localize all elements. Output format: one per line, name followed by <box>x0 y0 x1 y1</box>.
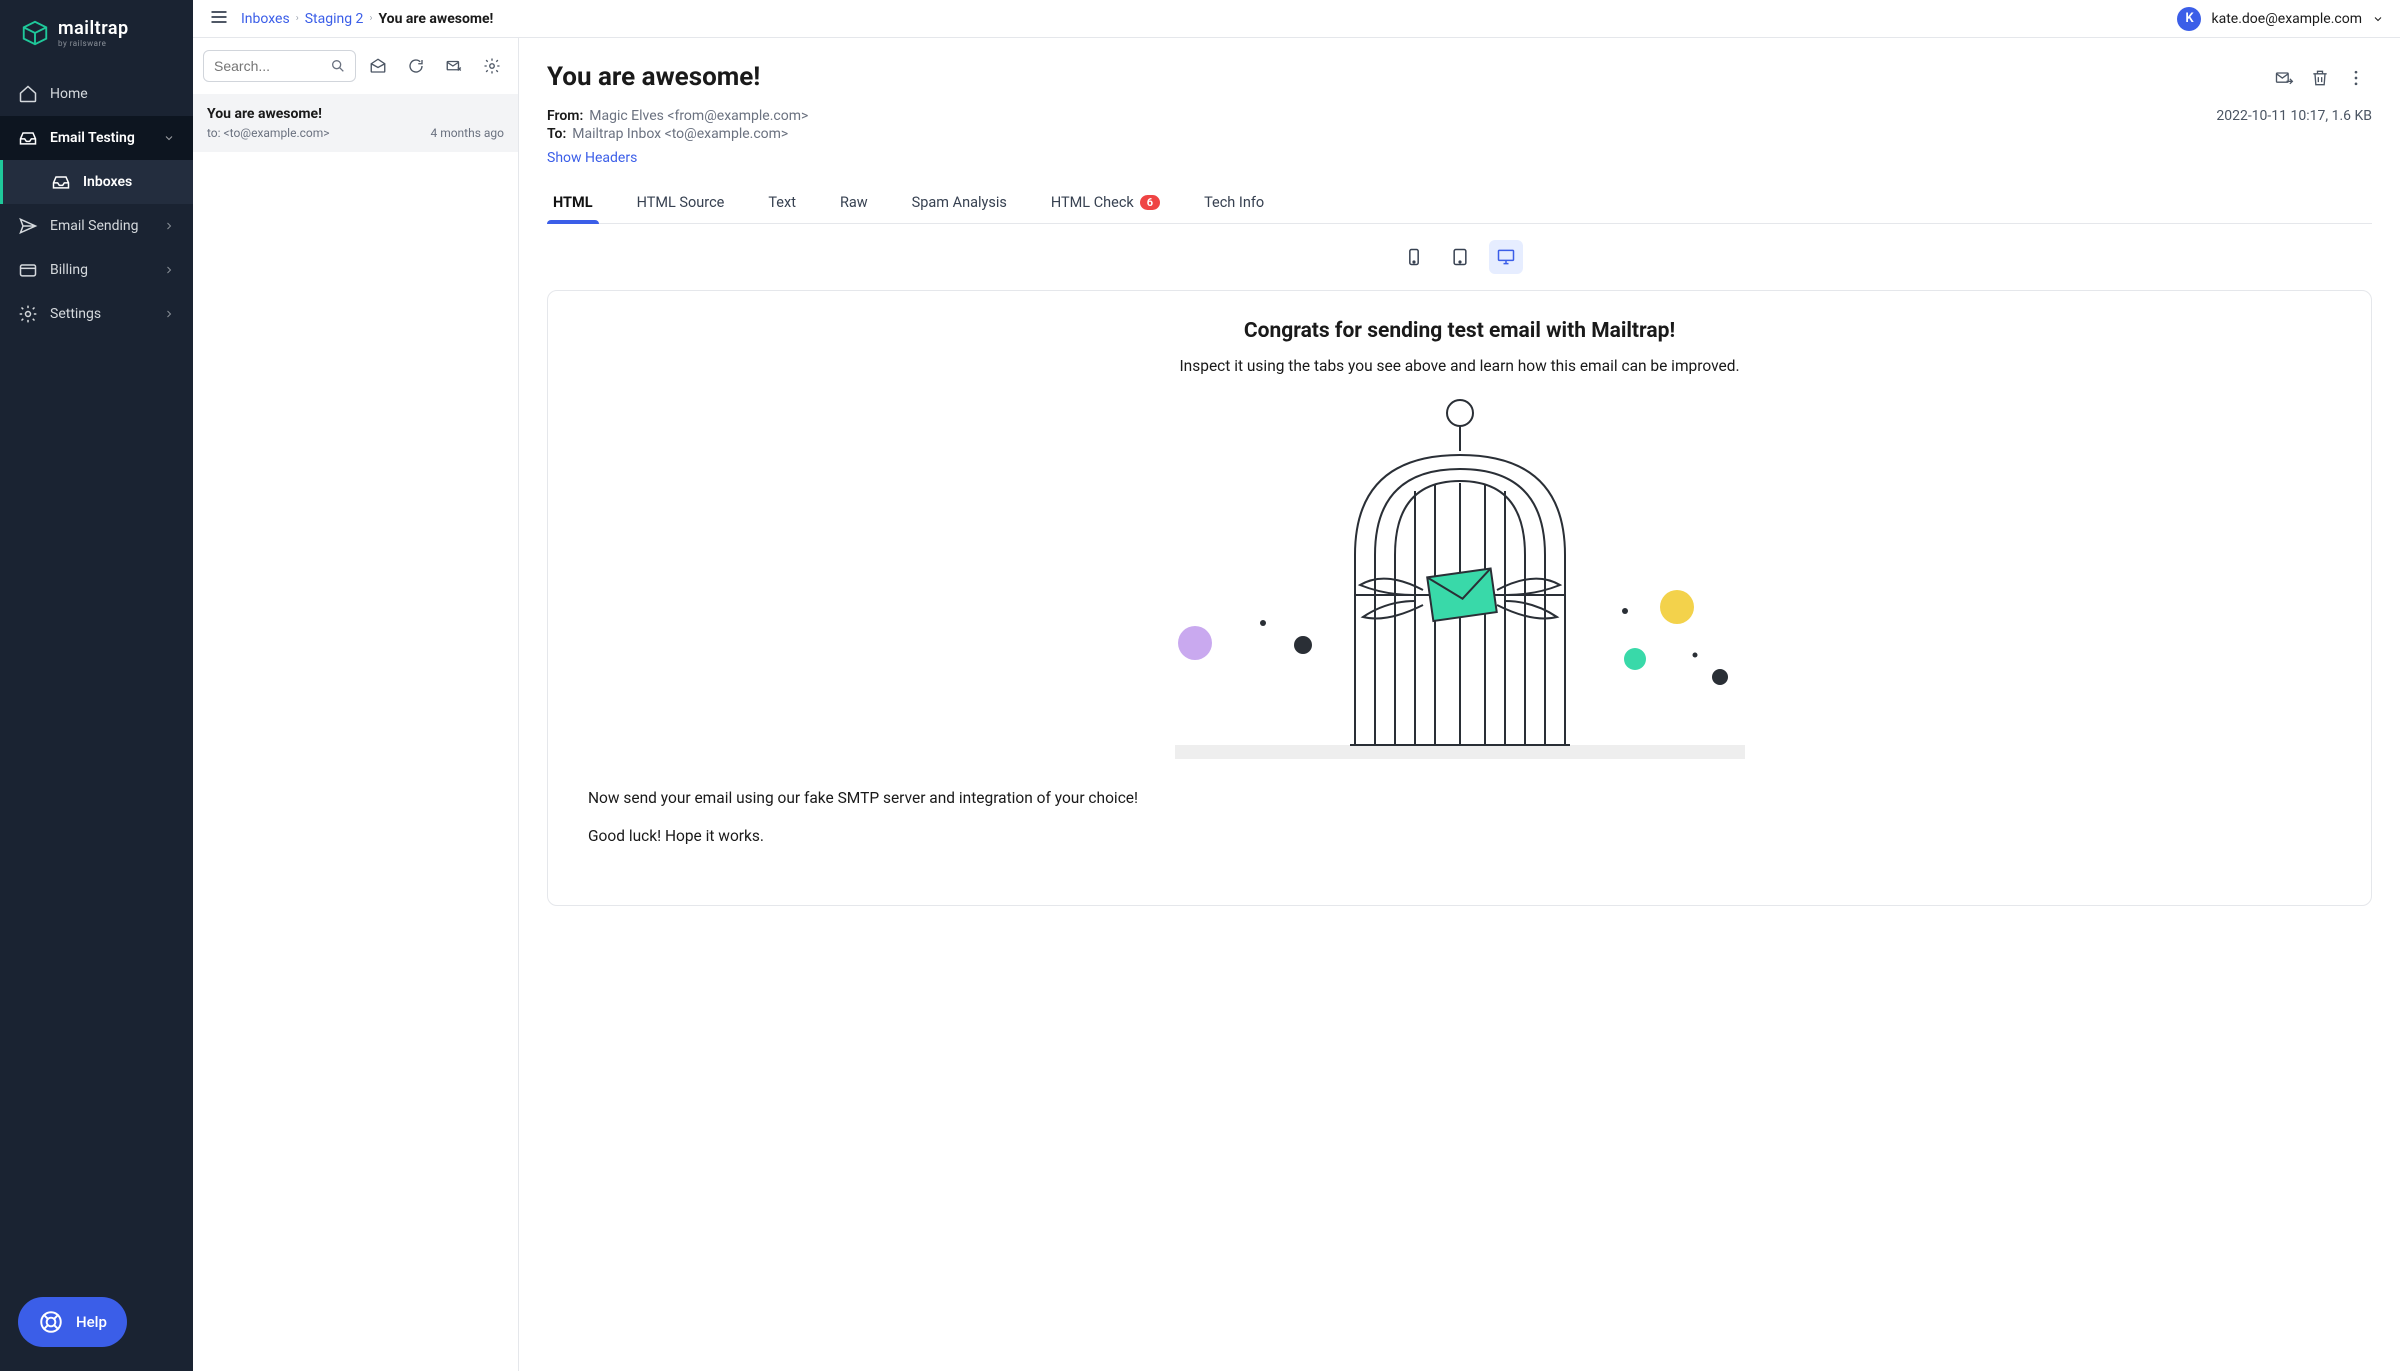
forward-button[interactable] <box>2268 62 2300 94</box>
logo-text: mailtrap <box>58 18 129 39</box>
clear-button[interactable] <box>438 50 470 82</box>
topbar: Inboxes › Staging 2 › You are awesome! K… <box>193 0 2400 38</box>
preview-paragraph-1: Inspect it using the tabs you see above … <box>588 357 2331 375</box>
sidebar: mailtrap by railsware Home Email Testing… <box>0 0 193 1371</box>
avatar: K <box>2177 7 2201 31</box>
send-icon <box>18 216 38 236</box>
tab-tech[interactable]: Tech Info <box>1198 184 1270 223</box>
more-button[interactable] <box>2340 62 2372 94</box>
lifebuoy-icon <box>38 1309 64 1335</box>
tab-html-source[interactable]: HTML Source <box>631 184 731 223</box>
preview-paragraph-2: Now send your email using our fake SMTP … <box>588 789 2331 807</box>
preview-paragraph-3: Good luck! Hope it works. <box>588 827 2331 845</box>
help-button[interactable]: Help <box>18 1297 127 1347</box>
nav-email-testing[interactable]: Email Testing <box>0 116 193 160</box>
chevron-right-icon <box>163 264 175 276</box>
search-icon <box>330 58 346 74</box>
email-item[interactable]: You are awesome! to: <to@example.com> 4 … <box>193 94 518 152</box>
breadcrumb-sep: › <box>296 13 299 24</box>
preview-heading: Congrats for sending test email with Mai… <box>588 319 2331 343</box>
nav-inboxes-label: Inboxes <box>83 174 132 190</box>
from-value: Magic Elves <from@example.com> <box>589 108 808 124</box>
dots-vertical-icon <box>2346 68 2366 88</box>
nav-home-label: Home <box>50 86 88 102</box>
inbox-check-icon <box>18 128 38 148</box>
gear-icon <box>18 304 38 324</box>
breadcrumb-current: You are awesome! <box>378 11 493 27</box>
help-label: Help <box>76 1313 107 1331</box>
tab-text[interactable]: Text <box>762 184 802 223</box>
tab-raw[interactable]: Raw <box>834 184 874 223</box>
email-title: You are awesome! <box>547 62 2268 92</box>
delete-button[interactable] <box>2304 62 2336 94</box>
chevron-right-icon <box>163 308 175 320</box>
breadcrumb-sep: › <box>369 13 372 24</box>
list-toolbar <box>193 38 518 94</box>
refresh-button[interactable] <box>400 50 432 82</box>
viewport-mobile[interactable] <box>1397 240 1431 274</box>
email-list-pane: You are awesome! to: <to@example.com> 4 … <box>193 38 519 1371</box>
email-detail: You are awesome! <box>519 38 2400 1371</box>
email-age: 4 months ago <box>430 126 504 140</box>
birdcage-illustration <box>1175 395 1745 765</box>
list-settings-button[interactable] <box>476 50 508 82</box>
tab-spam[interactable]: Spam Analysis <box>906 184 1013 223</box>
nav-settings[interactable]: Settings <box>0 292 193 336</box>
breadcrumb-inboxes[interactable]: Inboxes <box>241 11 290 27</box>
tab-html[interactable]: HTML <box>547 184 599 223</box>
desktop-icon <box>1496 247 1516 267</box>
email-to: to: <to@example.com> <box>207 126 330 140</box>
mobile-icon <box>1404 247 1424 267</box>
hamburger-icon <box>209 7 229 27</box>
nav-settings-label: Settings <box>50 306 101 322</box>
from-label: From: <box>547 108 583 124</box>
nav-email-sending-label: Email Sending <box>50 218 139 234</box>
user-email: kate.doe@example.com <box>2211 11 2362 27</box>
chevron-down-icon <box>163 132 175 144</box>
search <box>203 50 356 82</box>
show-headers-link[interactable]: Show Headers <box>547 150 637 166</box>
tab-html-check[interactable]: HTML Check6 <box>1045 184 1166 223</box>
nav: Home Email Testing Inboxes Email Sending… <box>0 72 193 1297</box>
viewport-switch <box>547 224 2372 290</box>
inbox-icon <box>51 172 71 192</box>
nav-billing[interactable]: Billing <box>0 248 193 292</box>
logo-byline: by railsware <box>58 39 129 48</box>
chevron-right-icon <box>163 220 175 232</box>
trash-icon <box>2310 68 2330 88</box>
nav-home[interactable]: Home <box>0 72 193 116</box>
logo[interactable]: mailtrap by railsware <box>0 0 193 72</box>
to-value: Mailtrap Inbox <to@example.com> <box>572 126 788 142</box>
html-check-badge: 6 <box>1140 195 1160 210</box>
gear-icon <box>483 57 501 75</box>
chevron-down-icon <box>2372 13 2384 25</box>
menu-toggle[interactable] <box>209 7 229 31</box>
envelope-x-icon <box>445 57 463 75</box>
envelope-arrow-icon <box>2274 68 2294 88</box>
viewport-tablet[interactable] <box>1443 240 1477 274</box>
nav-inboxes[interactable]: Inboxes <box>0 160 193 204</box>
email-timestamp: 2022-10-11 10:17, 1.6 KB <box>2216 108 2372 166</box>
mark-read-button[interactable] <box>362 50 394 82</box>
viewport-desktop[interactable] <box>1489 240 1523 274</box>
to-label: To: <box>547 126 566 142</box>
home-icon <box>18 84 38 104</box>
breadcrumb: Inboxes › Staging 2 › You are awesome! <box>241 11 493 27</box>
nav-email-testing-label: Email Testing <box>50 130 135 146</box>
nav-email-sending[interactable]: Email Sending <box>0 204 193 248</box>
refresh-icon <box>407 57 425 75</box>
card-icon <box>18 260 38 280</box>
breadcrumb-project[interactable]: Staging 2 <box>305 11 364 27</box>
envelope-open-icon <box>369 57 387 75</box>
email-preview: Congrats for sending test email with Mai… <box>547 290 2372 906</box>
tablet-icon <box>1450 247 1470 267</box>
email-list: You are awesome! to: <to@example.com> 4 … <box>193 94 518 1371</box>
nav-billing-label: Billing <box>50 262 88 278</box>
user-menu[interactable]: K kate.doe@example.com <box>2177 7 2384 31</box>
tabs: HTML HTML Source Text Raw Spam Analysis … <box>547 184 2372 224</box>
email-subject: You are awesome! <box>207 106 504 122</box>
logo-icon <box>20 18 50 48</box>
